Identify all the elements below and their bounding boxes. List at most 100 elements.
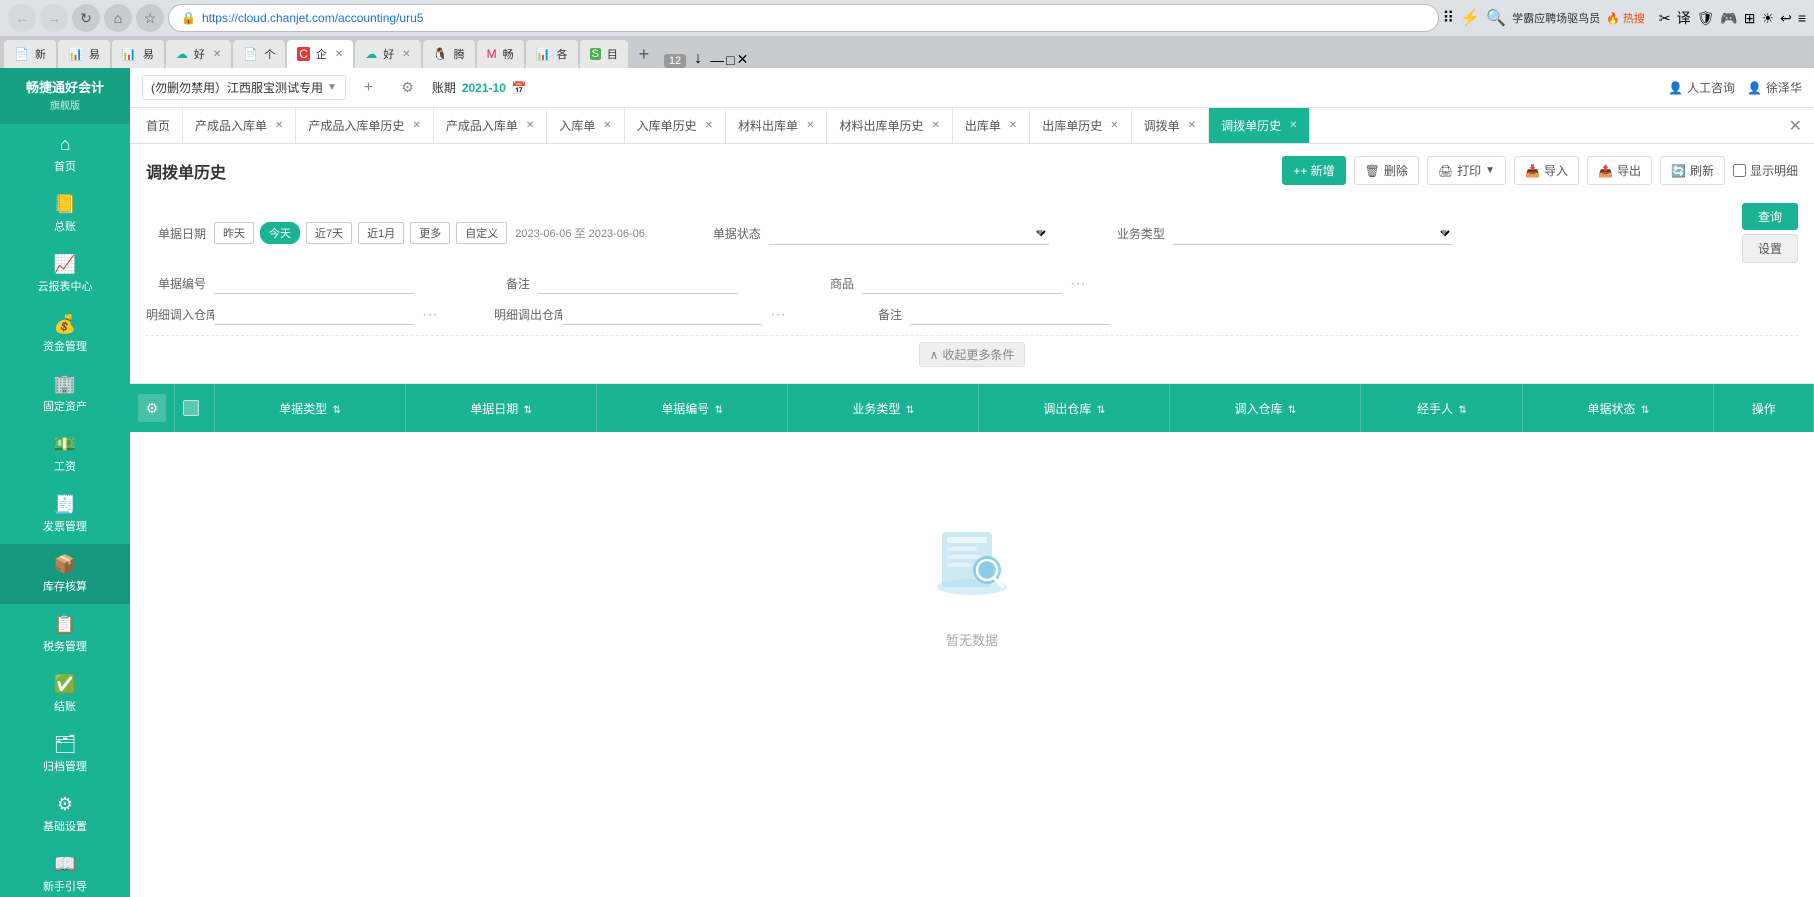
- browser-tab-5[interactable]: 📄 个: [233, 40, 285, 68]
- detail-out-more-icon[interactable]: ···: [770, 306, 786, 324]
- week-button[interactable]: 近7天: [306, 222, 352, 244]
- sidebar-item-home[interactable]: ⌂ 首页: [0, 124, 130, 184]
- page-tab-transfer-history[interactable]: 调拨单历史 ✕: [1209, 108, 1310, 144]
- today-button[interactable]: 今天: [260, 222, 300, 244]
- address-bar[interactable]: 🔒 https://cloud.chanjet.com/accounting/u…: [168, 4, 1439, 32]
- sidebar-item-reports[interactable]: 📈 云报表中心: [0, 244, 130, 304]
- page-tab-in-order-close[interactable]: ✕: [603, 120, 611, 131]
- page-tab-material-out-history[interactable]: 材料出库单历史 ✕: [827, 108, 952, 144]
- print-dropdown-arrow[interactable]: ▼: [1485, 165, 1495, 176]
- collapse-button[interactable]: ∧ 收起更多条件: [919, 342, 1026, 367]
- doc-date-sort-icon[interactable]: ⇅: [524, 405, 532, 416]
- game-icon[interactable]: 🎮: [1720, 10, 1737, 27]
- minimize-icon[interactable]: —: [710, 52, 724, 68]
- th-out-warehouse[interactable]: 调出仓库 ⇅: [979, 384, 1170, 432]
- doc-status-sort-icon[interactable]: ⇅: [1641, 405, 1649, 416]
- new-button[interactable]: + + 新增: [1282, 156, 1345, 185]
- th-in-warehouse[interactable]: 调入仓库 ⇅: [1170, 384, 1361, 432]
- page-tab-product-in-close[interactable]: ✕: [275, 120, 283, 131]
- sidebar-item-guide[interactable]: 📖 新手引导: [0, 844, 130, 897]
- th-checkbox[interactable]: [175, 384, 215, 432]
- goods-input[interactable]: [862, 273, 1062, 294]
- page-tab-product-in-history[interactable]: 产成品入库单历史 ✕: [296, 108, 433, 144]
- page-tab-in-history-close[interactable]: ✕: [705, 120, 713, 131]
- biz-type-sort-icon[interactable]: ⇅: [906, 405, 914, 416]
- browser-tab-11[interactable]: S 目: [580, 40, 628, 68]
- page-tab-home[interactable]: 首页: [134, 108, 183, 144]
- page-tab-transfer-history-close[interactable]: ✕: [1289, 120, 1297, 131]
- import-button[interactable]: 📥 导入: [1514, 156, 1579, 185]
- remark-input[interactable]: [538, 273, 738, 294]
- back-button[interactable]: ←: [8, 4, 36, 32]
- tab-7-close-icon[interactable]: ✕: [402, 49, 410, 60]
- handler-sort-icon[interactable]: ⇅: [1458, 405, 1466, 416]
- page-tab-in-history[interactable]: 入库单历史 ✕: [625, 108, 726, 144]
- new-tab-button[interactable]: +: [630, 40, 658, 68]
- note-input[interactable]: [910, 304, 1110, 325]
- custom-dates-button[interactable]: 自定义: [456, 222, 507, 244]
- detail-in-input[interactable]: [214, 304, 414, 325]
- browser-tab-3[interactable]: 📊 易: [112, 40, 164, 68]
- browser-tab-9[interactable]: M 畅: [477, 40, 524, 68]
- doc-num-input[interactable]: [214, 273, 414, 294]
- sidebar-item-assets[interactable]: 🏢 固定资产: [0, 364, 130, 424]
- sidebar-item-tax[interactable]: 📋 税务管理: [0, 604, 130, 664]
- show-detail-checkbox[interactable]: [1733, 164, 1746, 177]
- print-button[interactable]: 🖨 打印 ▼: [1427, 156, 1506, 185]
- table-settings-icon[interactable]: ⚙: [138, 394, 166, 422]
- sidebar-item-settings[interactable]: ⚙ 基础设置: [0, 784, 130, 844]
- doc-num-sort-icon[interactable]: ⇅: [715, 405, 723, 416]
- sidebar-item-ledger[interactable]: 📒 总账: [0, 184, 130, 244]
- sidebar-item-wages[interactable]: 💵 工资: [0, 424, 130, 484]
- select-all-checkbox[interactable]: [183, 400, 199, 416]
- browser-tab-6[interactable]: C 企 ✕: [287, 40, 353, 68]
- company-settings-button[interactable]: ⚙: [391, 74, 424, 101]
- theme-icon[interactable]: ☀: [1762, 10, 1775, 27]
- th-handler[interactable]: 经手人 ⇅: [1361, 384, 1523, 432]
- downloads-icon[interactable]: ↓: [694, 50, 702, 68]
- filter-setting-button[interactable]: 设置: [1742, 234, 1798, 263]
- page-tab-material-out-history-close[interactable]: ✕: [931, 120, 939, 131]
- delete-button[interactable]: 🗑 删除: [1354, 156, 1419, 185]
- page-tab-in-order[interactable]: 入库单 ✕: [547, 108, 624, 144]
- sidebar-item-closing[interactable]: ✅ 结账: [0, 664, 130, 724]
- extensions-icon[interactable]: ⠿: [1443, 8, 1455, 28]
- maximize-icon[interactable]: □: [726, 52, 734, 68]
- export-button[interactable]: 📤 导出: [1587, 156, 1652, 185]
- th-settings[interactable]: ⚙: [130, 384, 175, 432]
- refresh-page-button[interactable]: 🔄 刷新: [1660, 156, 1725, 185]
- home-browser-button[interactable]: ⌂: [104, 4, 132, 32]
- th-doc-date[interactable]: 单据日期 ⇅: [406, 384, 597, 432]
- page-tab-product-in2-close[interactable]: ✕: [526, 120, 534, 131]
- more-dates-button[interactable]: 更多: [410, 222, 450, 244]
- th-biz-type[interactable]: 业务类型 ⇅: [788, 384, 979, 432]
- user-profile[interactable]: 👤 徐泽华: [1747, 79, 1802, 96]
- page-tab-out-history[interactable]: 出库单历史 ✕: [1030, 108, 1131, 144]
- bookmark-button[interactable]: ☆: [136, 4, 164, 32]
- sidebar-item-invoice[interactable]: 🧾 发票管理: [0, 484, 130, 544]
- th-doc-type[interactable]: 单据类型 ⇅: [215, 384, 406, 432]
- page-tab-product-in-history-close[interactable]: ✕: [412, 120, 420, 131]
- page-tab-out-order-close[interactable]: ✕: [1009, 120, 1017, 131]
- sidebar-item-inventory[interactable]: 📦 库存核算: [0, 544, 130, 604]
- th-doc-status[interactable]: 单据状态 ⇅: [1523, 384, 1714, 432]
- out-warehouse-sort-icon[interactable]: ⇅: [1097, 405, 1105, 416]
- search-web-icon[interactable]: 🔍: [1486, 8, 1506, 28]
- refresh-browser-button[interactable]: ↻: [72, 4, 100, 32]
- company-selector[interactable]: (勿删勿禁用）江西服宝测试专用 ▼: [142, 75, 346, 100]
- goods-more-icon[interactable]: ···: [1070, 275, 1086, 293]
- show-detail-checkbox-label[interactable]: 显示明细: [1733, 162, 1798, 179]
- browser-tab-1[interactable]: 📄 新: [4, 40, 56, 68]
- page-tab-transfer-close[interactable]: ✕: [1188, 120, 1196, 131]
- sidebar-item-archive[interactable]: 🗂 归档管理: [0, 724, 130, 784]
- page-tab-product-in[interactable]: 产成品入库单 ✕: [183, 108, 296, 144]
- security-icon[interactable]: 🛡: [1697, 10, 1715, 27]
- in-warehouse-sort-icon[interactable]: ⇅: [1288, 405, 1296, 416]
- close-all-tabs-button[interactable]: ✕: [1781, 116, 1810, 136]
- page-tab-transfer[interactable]: 调拨单 ✕: [1132, 108, 1209, 144]
- browser-tab-10[interactable]: 📊 各: [526, 40, 578, 68]
- service-button[interactable]: 👤 人工咨询: [1668, 79, 1735, 96]
- calendar-icon[interactable]: 📅: [512, 81, 527, 95]
- close-browser-icon[interactable]: ✕: [737, 51, 749, 68]
- biz-type-select[interactable]: [1173, 222, 1453, 245]
